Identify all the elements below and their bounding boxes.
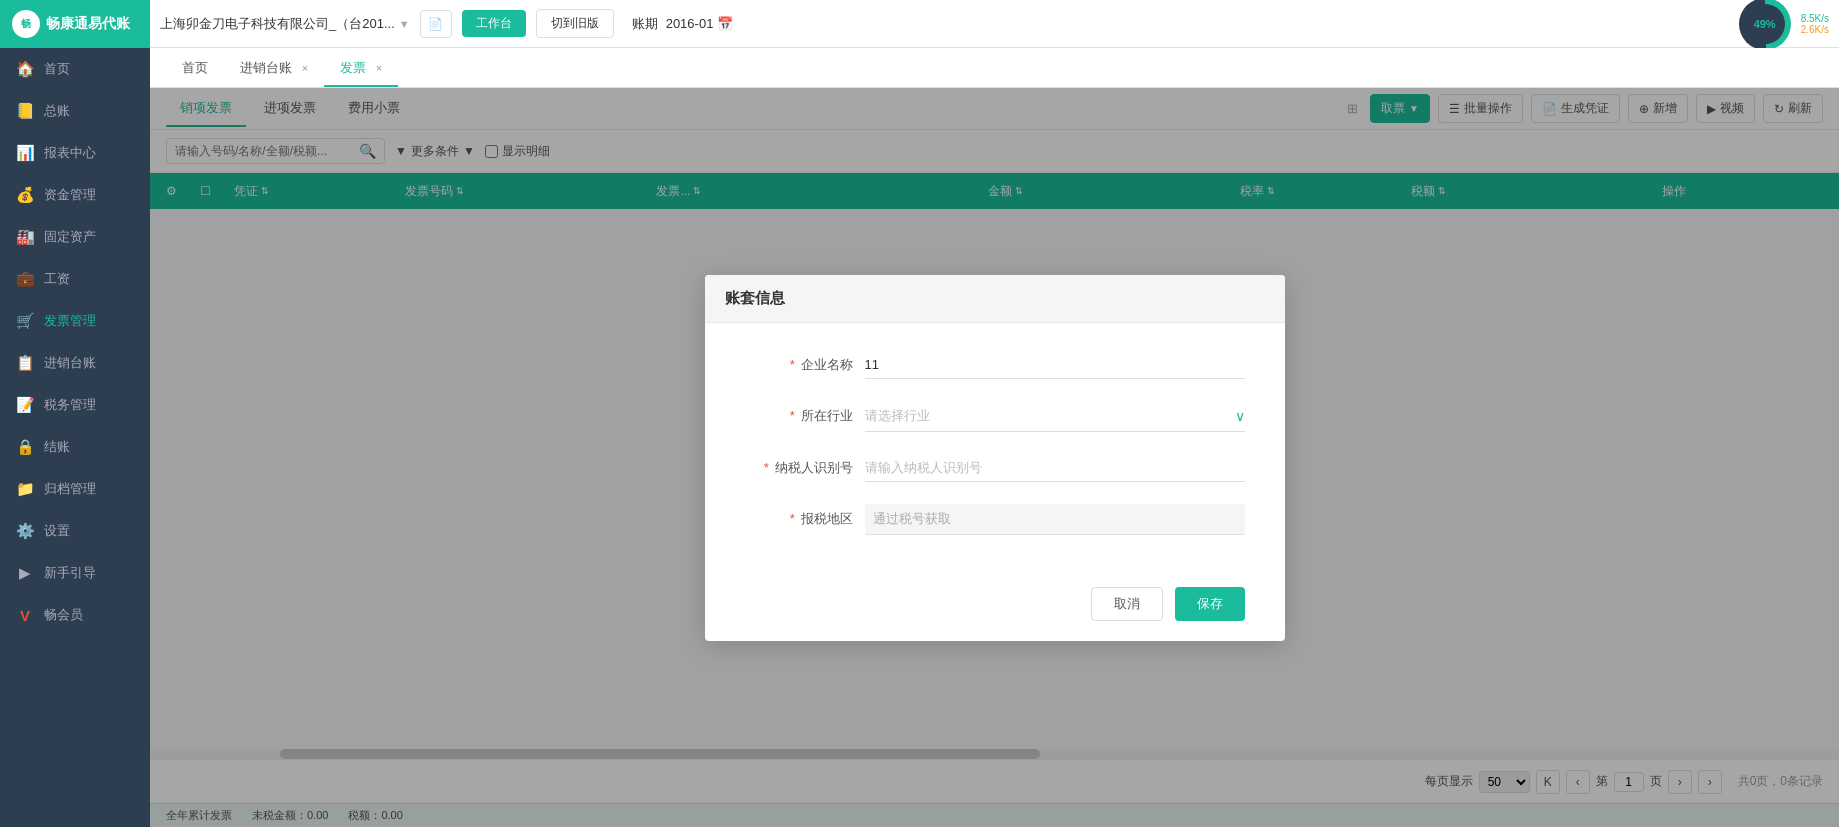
period-value: 2016-01 (666, 16, 714, 31)
form-row-company: * 企业名称 (745, 351, 1245, 379)
taxregion-display: 通过税号获取 (865, 504, 1245, 535)
sidebar-item-ledger[interactable]: 📒 总账 (0, 90, 150, 132)
sidebar-item-label: 新手引导 (44, 564, 96, 582)
sidebar: 畅 畅康通易代账 🏠 首页 📒 总账 📊 报表中心 💰 资金管理 🏭 固定资产 … (0, 0, 150, 827)
sidebar-item-label: 进销台账 (44, 354, 96, 372)
tab-sales[interactable]: 进销台账 × (224, 51, 324, 87)
sidebar-item-label: 固定资产 (44, 228, 96, 246)
report-icon: 📊 (16, 144, 34, 162)
sidebar-item-label: 首页 (44, 60, 70, 78)
form-row-taxid: * 纳税人识别号 (745, 454, 1245, 482)
sales-icon: 📋 (16, 354, 34, 372)
industry-placeholder: 请选择行业 (865, 407, 1235, 425)
sidebar-item-fund[interactable]: 💰 资金管理 (0, 174, 150, 216)
speed-up: 8.5K/s (1801, 13, 1829, 24)
sidebar-item-invoice[interactable]: 🛒 发票管理 (0, 300, 150, 342)
modal-overlay: 账套信息 * 企业名称 * (150, 88, 1839, 827)
account-info-modal: 账套信息 * 企业名称 * (705, 275, 1285, 641)
member-icon: V (16, 606, 34, 624)
company-name: 上海卯金刀电子科技有限公司_（台201... (160, 15, 395, 33)
doc-button[interactable]: 📄 (420, 10, 452, 38)
content-area: 销项发票 进项发票 费用小票 ⊞ 取票 ▼ ☰ 批量操作 (150, 88, 1839, 827)
workbench-button[interactable]: 工作台 (462, 10, 526, 37)
company-name-label: * 企业名称 (745, 356, 865, 374)
settings-icon: ⚙️ (16, 522, 34, 540)
sidebar-item-settings[interactable]: ⚙️ 设置 (0, 510, 150, 552)
sidebar-item-label: 报表中心 (44, 144, 96, 162)
tax-icon: 📝 (16, 396, 34, 414)
switch-old-button[interactable]: 切到旧版 (536, 9, 614, 38)
archive-icon: 📁 (16, 480, 34, 498)
industry-label: * 所在行业 (745, 407, 865, 425)
close-icon: 🔒 (16, 438, 34, 456)
percent-value: 49% (1745, 4, 1785, 44)
period-display: 账期 2016-01 📅 (632, 15, 734, 33)
sidebar-item-label: 结账 (44, 438, 70, 456)
sidebar-item-label: 税务管理 (44, 396, 96, 414)
tab-close-invoice[interactable]: × (376, 62, 382, 74)
tab-bar: 首页 进销台账 × 发票 × (150, 48, 1839, 88)
home-icon: 🏠 (16, 60, 34, 78)
industry-dropdown-icon: ∨ (1235, 408, 1245, 424)
topbar: 上海卯金刀电子科技有限公司_（台201... ▼ 📄 工作台 切到旧版 账期 2… (150, 0, 1839, 48)
sidebar-item-member[interactable]: V 畅会员 (0, 594, 150, 636)
sidebar-item-sales[interactable]: 📋 进销台账 (0, 342, 150, 384)
salary-icon: 💼 (16, 270, 34, 288)
sidebar-item-guide[interactable]: ▶ 新手引导 (0, 552, 150, 594)
company-selector[interactable]: 上海卯金刀电子科技有限公司_（台201... ▼ (160, 15, 410, 33)
ledger-icon: 📒 (16, 102, 34, 120)
sidebar-item-label: 工资 (44, 270, 70, 288)
logo-icon: 畅 (12, 10, 40, 38)
invoice-icon: 🛒 (16, 312, 34, 330)
sidebar-item-tax[interactable]: 📝 税务管理 (0, 384, 150, 426)
taxid-label: * 纳税人识别号 (745, 459, 865, 477)
save-button[interactable]: 保存 (1175, 587, 1245, 621)
speeds-display: 8.5K/s 2.6K/s (1801, 13, 1829, 35)
taxid-input[interactable] (865, 454, 1245, 482)
sidebar-item-label: 设置 (44, 522, 70, 540)
sidebar-item-salary[interactable]: 💼 工资 (0, 258, 150, 300)
form-row-industry: * 所在行业 请选择行业 ∨ (745, 401, 1245, 432)
percent-circle: 49% (1739, 0, 1791, 50)
taxregion-label: * 报税地区 (745, 510, 865, 528)
sidebar-item-close[interactable]: 🔒 结账 (0, 426, 150, 468)
form-row-taxregion: * 报税地区 通过税号获取 (745, 504, 1245, 535)
sidebar-item-label: 畅会员 (44, 606, 83, 624)
modal-title: 账套信息 (705, 275, 1285, 323)
modal-body: * 企业名称 * 所在行业 请选择行业 (705, 323, 1285, 577)
sidebar-item-label: 发票管理 (44, 312, 96, 330)
tab-close-sales[interactable]: × (302, 62, 308, 74)
sidebar-item-label: 归档管理 (44, 480, 96, 498)
sidebar-item-archive[interactable]: 📁 归档管理 (0, 468, 150, 510)
industry-select[interactable]: 请选择行业 ∨ (865, 401, 1245, 432)
fund-icon: 💰 (16, 186, 34, 204)
speed-widget: 49% 8.5K/s 2.6K/s (1739, 0, 1829, 50)
period-label: 账期 (632, 15, 658, 33)
company-dropdown-icon[interactable]: ▼ (399, 18, 410, 30)
sidebar-item-label: 总账 (44, 102, 70, 120)
sidebar-item-home[interactable]: 🏠 首页 (0, 48, 150, 90)
fixed-icon: 🏭 (16, 228, 34, 246)
main-content: 上海卯金刀电子科技有限公司_（台201... ▼ 📄 工作台 切到旧版 账期 2… (150, 0, 1839, 827)
calendar-icon[interactable]: 📅 (717, 16, 733, 31)
modal-footer: 取消 保存 (705, 577, 1285, 641)
tab-home[interactable]: 首页 (166, 51, 224, 87)
speed-down: 2.6K/s (1801, 24, 1829, 35)
guide-icon: ▶ (16, 564, 34, 582)
sidebar-item-label: 资金管理 (44, 186, 96, 204)
sidebar-item-fixed[interactable]: 🏭 固定资产 (0, 216, 150, 258)
cancel-button[interactable]: 取消 (1091, 587, 1163, 621)
tab-invoice[interactable]: 发票 × (324, 51, 398, 87)
logo-text: 畅康通易代账 (46, 15, 130, 33)
sidebar-item-report[interactable]: 📊 报表中心 (0, 132, 150, 174)
company-name-input[interactable] (865, 351, 1245, 379)
app-logo: 畅 畅康通易代账 (0, 0, 150, 48)
topbar-right: 49% 8.5K/s 2.6K/s (1739, 0, 1829, 50)
